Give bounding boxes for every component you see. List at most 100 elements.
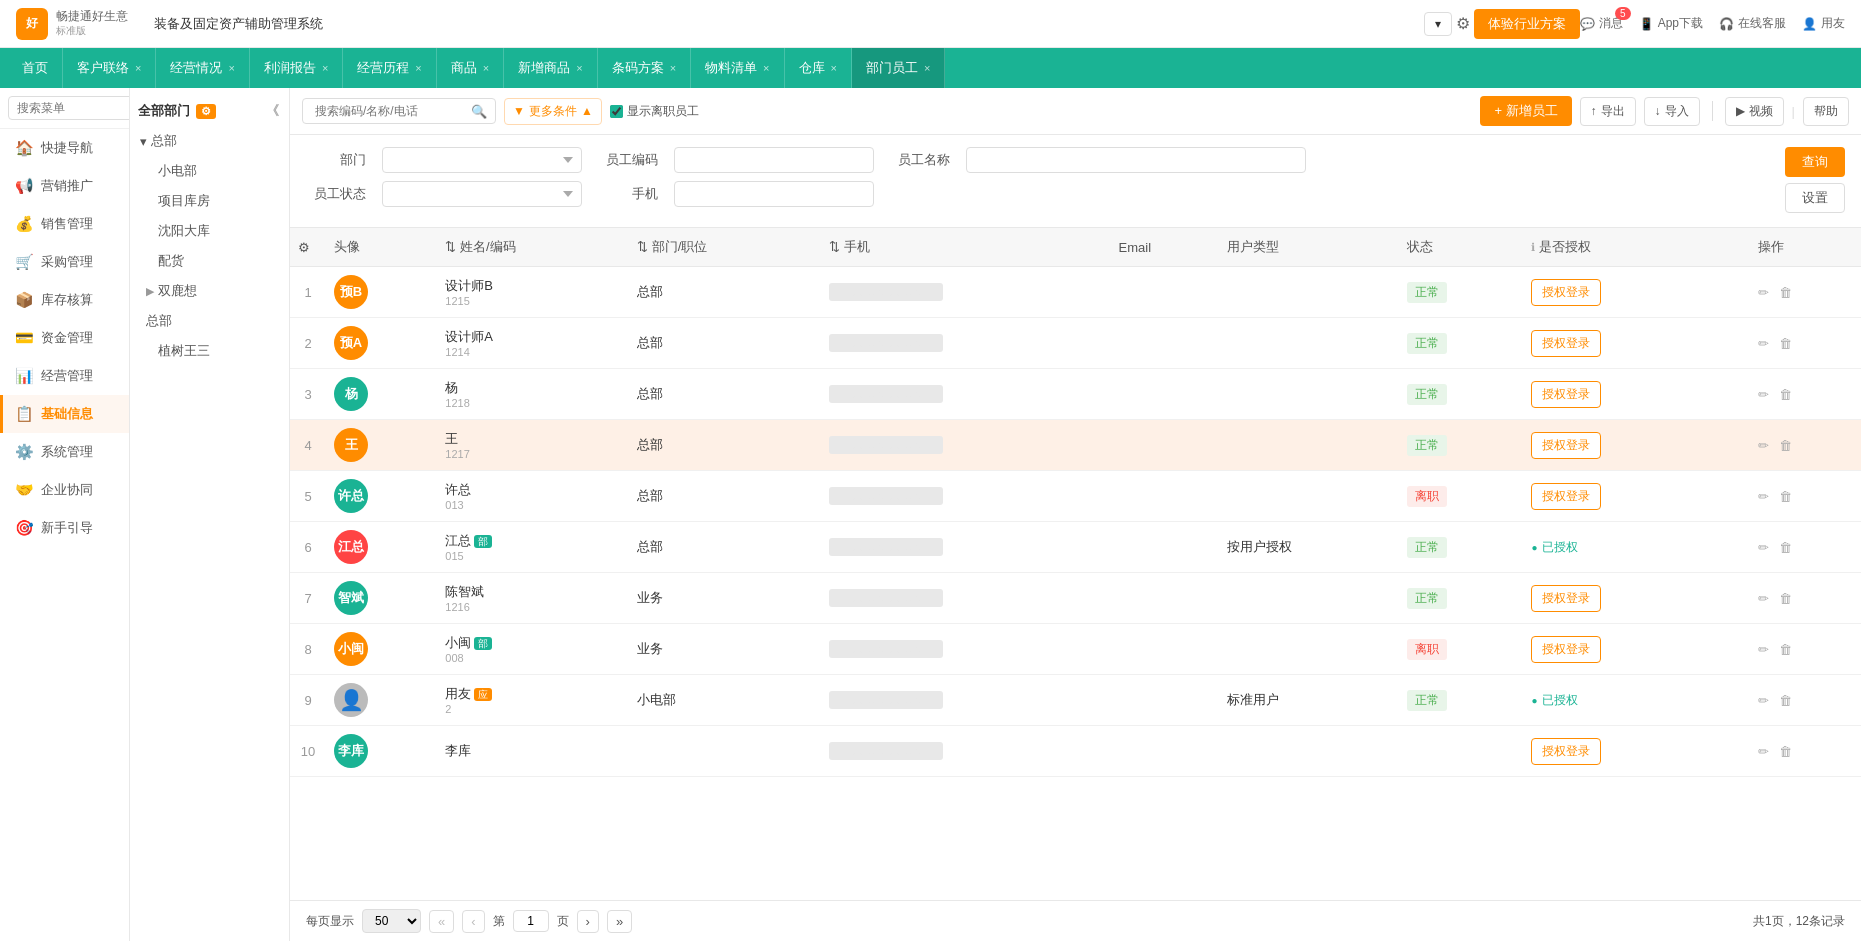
- auth-login-btn[interactable]: 授权登录: [1531, 381, 1601, 408]
- tab-close-icon[interactable]: ×: [831, 62, 837, 74]
- last-page-btn[interactable]: »: [607, 910, 632, 933]
- sidebar-item-quick-nav[interactable]: 🏠 快捷导航: [0, 129, 129, 167]
- delete-icon[interactable]: 🗑: [1779, 693, 1792, 708]
- emp-status-filter-select[interactable]: [382, 181, 582, 207]
- tab-close-icon[interactable]: ×: [576, 62, 582, 74]
- delete-icon[interactable]: 🗑: [1779, 744, 1792, 759]
- nav-tab-首页[interactable]: 首页: [8, 48, 63, 88]
- col-dept[interactable]: ⇅ 部门/职位: [629, 228, 821, 267]
- nav-tab-部门员工[interactable]: 部门员工 ×: [852, 48, 945, 88]
- sidebar-item-system[interactable]: ⚙️ 系统管理: [0, 433, 129, 471]
- sidebar-item-inventory[interactable]: 📦 库存核算: [0, 281, 129, 319]
- row-auth[interactable]: 授权登录: [1523, 369, 1714, 420]
- sidebar-search-input[interactable]: [8, 96, 130, 120]
- sidebar-item-collab[interactable]: 🤝 企业协同: [0, 471, 129, 509]
- row-auth[interactable]: 授权登录: [1523, 471, 1714, 522]
- sidebar-item-basic-info[interactable]: 📋 基础信息: [0, 395, 129, 433]
- show-resigned-checkbox[interactable]: [610, 105, 623, 118]
- edit-icon[interactable]: ✏: [1758, 285, 1769, 300]
- tab-close-icon[interactable]: ×: [670, 62, 676, 74]
- tab-close-icon[interactable]: ×: [322, 62, 328, 74]
- edit-icon[interactable]: ✏: [1758, 540, 1769, 555]
- tab-close-icon[interactable]: ×: [415, 62, 421, 74]
- user-button[interactable]: 👤 用友: [1802, 15, 1845, 32]
- video-button[interactable]: ▶ 视频: [1725, 97, 1784, 126]
- nav-tab-条码方案[interactable]: 条码方案 ×: [598, 48, 691, 88]
- delete-icon[interactable]: 🗑: [1779, 438, 1792, 453]
- sidebar-item-guide[interactable]: 🎯 新手引导: [0, 509, 129, 547]
- dept-collapse-icon[interactable]: 《: [266, 102, 279, 120]
- row-auth[interactable]: 授权登录: [1523, 624, 1714, 675]
- dept-filter-select[interactable]: [382, 147, 582, 173]
- nav-tab-客户联络[interactable]: 客户联络 ×: [63, 48, 156, 88]
- delete-icon[interactable]: 🗑: [1779, 387, 1792, 402]
- auth-login-btn[interactable]: 授权登录: [1531, 483, 1601, 510]
- delete-icon[interactable]: 🗑: [1779, 336, 1792, 351]
- nav-tab-物料清单[interactable]: 物料清单 ×: [691, 48, 784, 88]
- delete-icon[interactable]: 🗑: [1779, 540, 1792, 555]
- nav-tab-经营历程[interactable]: 经营历程 ×: [343, 48, 436, 88]
- sidebar-item-purchase[interactable]: 🛒 采购管理: [0, 243, 129, 281]
- tab-close-icon[interactable]: ×: [483, 62, 489, 74]
- page-input[interactable]: [513, 910, 549, 932]
- sidebar-item-sales[interactable]: 💰 销售管理: [0, 205, 129, 243]
- search-input[interactable]: [311, 99, 471, 123]
- tab-close-icon[interactable]: ×: [763, 62, 769, 74]
- auth-login-btn[interactable]: 授权登录: [1531, 585, 1601, 612]
- first-page-btn[interactable]: «: [429, 910, 454, 933]
- auth-login-btn[interactable]: 授权登录: [1531, 636, 1601, 663]
- auth-login-btn[interactable]: 授权登录: [1531, 432, 1601, 459]
- row-auth[interactable]: 授权登录: [1523, 267, 1714, 318]
- delete-icon[interactable]: 🗑: [1779, 591, 1792, 606]
- edit-icon[interactable]: ✏: [1758, 744, 1769, 759]
- delete-icon[interactable]: 🗑: [1779, 489, 1792, 504]
- row-auth[interactable]: 授权登录: [1523, 420, 1714, 471]
- dept-item-shuanglu[interactable]: ▶ 双鹿想: [130, 276, 289, 306]
- nav-tab-利润报告[interactable]: 利润报告 ×: [250, 48, 343, 88]
- edit-icon[interactable]: ✏: [1758, 489, 1769, 504]
- nav-tab-仓库[interactable]: 仓库 ×: [785, 48, 852, 88]
- edit-icon[interactable]: ✏: [1758, 591, 1769, 606]
- row-auth[interactable]: 授权登录: [1523, 726, 1714, 777]
- auth-login-btn[interactable]: 授权登录: [1531, 330, 1601, 357]
- help-button[interactable]: 帮助: [1803, 97, 1849, 126]
- dept-item-zhishu[interactable]: 植树王三: [130, 336, 289, 366]
- emp-code-filter-input[interactable]: [674, 147, 874, 173]
- nav-tab-商品[interactable]: 商品 ×: [437, 48, 504, 88]
- dept-item-peihuo[interactable]: 配货: [130, 246, 289, 276]
- edit-icon[interactable]: ✏: [1758, 438, 1769, 453]
- trial-button[interactable]: 体验行业方案: [1474, 9, 1580, 39]
- edit-icon[interactable]: ✏: [1758, 693, 1769, 708]
- row-auth[interactable]: 授权登录: [1523, 573, 1714, 624]
- col-phone[interactable]: ⇅ 手机: [821, 228, 1110, 267]
- dept-group-zongbu[interactable]: ▾ 总部: [130, 126, 289, 156]
- import-button[interactable]: ↓ 导入: [1644, 97, 1700, 126]
- gear-button[interactable]: ⚙: [1452, 10, 1474, 37]
- tab-close-icon[interactable]: ×: [924, 62, 930, 74]
- tab-close-icon[interactable]: ×: [228, 62, 234, 74]
- emp-name-filter-input[interactable]: [966, 147, 1306, 173]
- query-button[interactable]: 查询: [1785, 147, 1845, 177]
- message-button[interactable]: 💬 消息 5: [1580, 15, 1623, 32]
- online-service-button[interactable]: 🎧 在线客服: [1719, 15, 1786, 32]
- dept-item-xiaodian[interactable]: 小电部: [130, 156, 289, 186]
- sidebar-item-finance[interactable]: 💳 资金管理: [0, 319, 129, 357]
- auth-login-btn[interactable]: 授权登录: [1531, 738, 1601, 765]
- sidebar-item-operations[interactable]: 📊 经营管理: [0, 357, 129, 395]
- more-conditions-btn[interactable]: ▼ 更多条件 ▲: [504, 98, 602, 125]
- col-name[interactable]: ⇅ 姓名/编码: [437, 228, 629, 267]
- delete-icon[interactable]: 🗑: [1779, 285, 1792, 300]
- nav-tab-新增商品[interactable]: 新增商品 ×: [504, 48, 597, 88]
- edit-icon[interactable]: ✏: [1758, 336, 1769, 351]
- next-page-btn[interactable]: ›: [577, 910, 599, 933]
- system-dropdown-btn[interactable]: ▾: [1424, 12, 1452, 36]
- edit-icon[interactable]: ✏: [1758, 642, 1769, 657]
- prev-page-btn[interactable]: ‹: [462, 910, 484, 933]
- delete-icon[interactable]: 🗑: [1779, 642, 1792, 657]
- nav-tab-经营情况[interactable]: 经营情况 ×: [156, 48, 249, 88]
- dept-item-shenyang[interactable]: 沈阳大库: [130, 216, 289, 246]
- export-button[interactable]: ↑ 导出: [1580, 97, 1636, 126]
- auth-login-btn[interactable]: 授权登录: [1531, 279, 1601, 306]
- dept-item-zongbu2[interactable]: 总部: [130, 306, 289, 336]
- tab-close-icon[interactable]: ×: [135, 62, 141, 74]
